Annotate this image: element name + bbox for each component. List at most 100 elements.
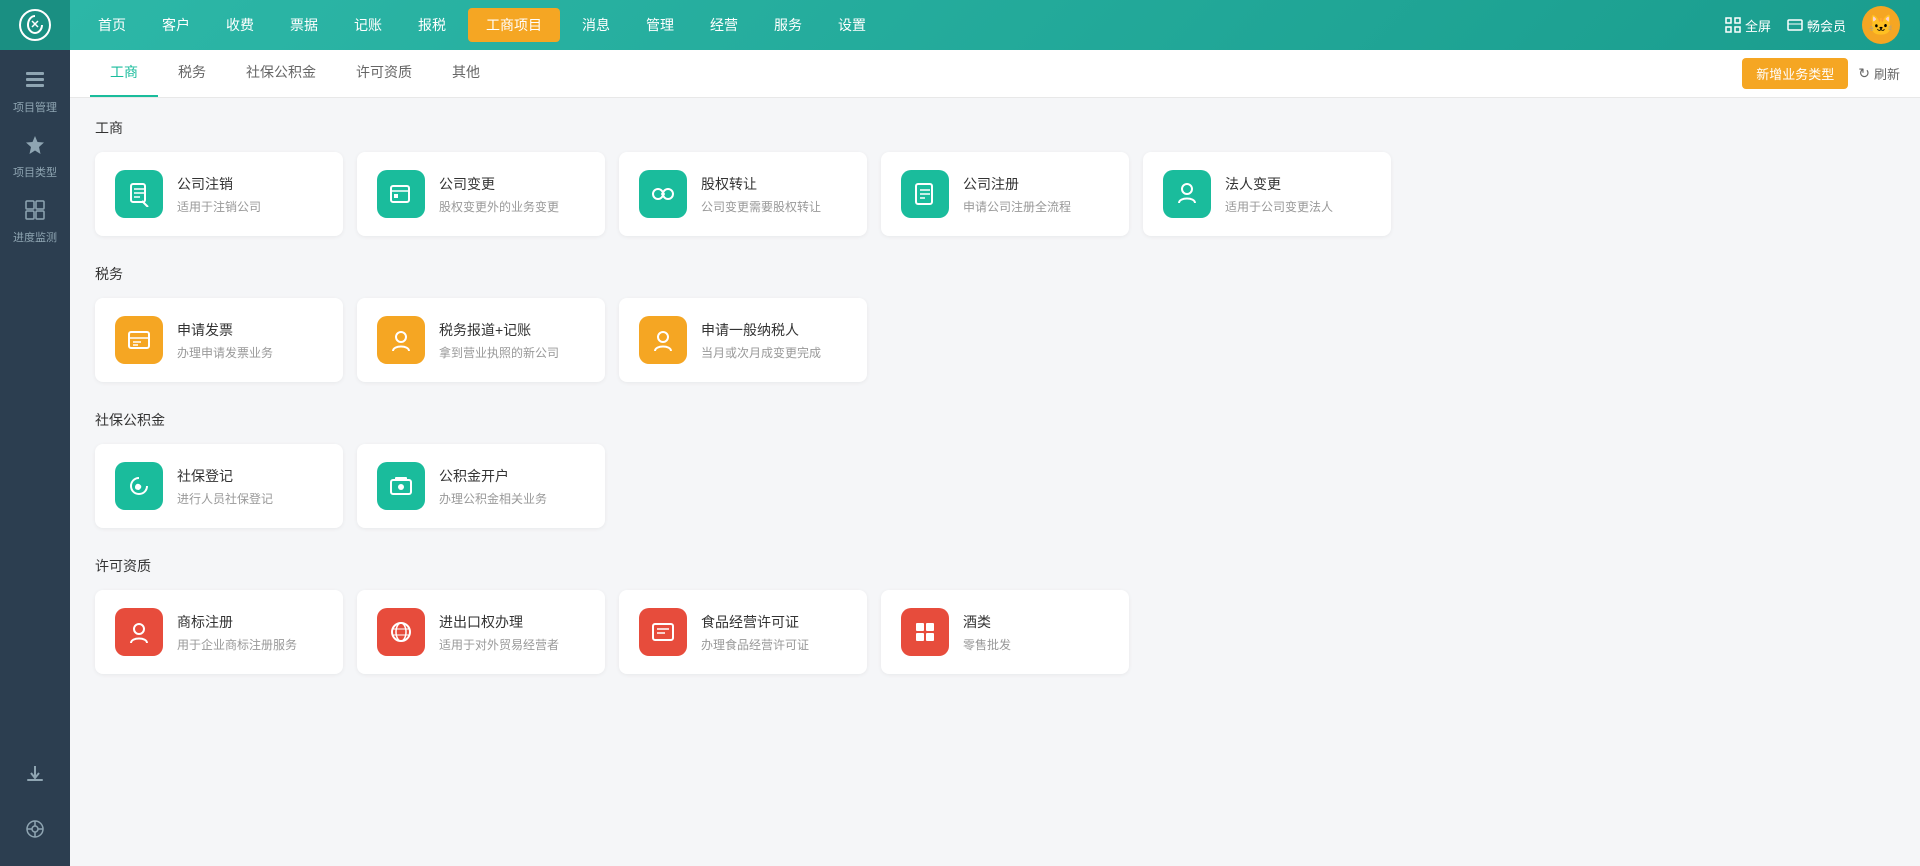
sidebar-item-progress[interactable]: 进度监测	[0, 190, 70, 255]
card-desc-import-export: 适用于对外贸易经营者	[439, 636, 559, 653]
card-desc-company-change: 股权变更外的业务变更	[439, 198, 559, 215]
section-social-insurance: 社保公积金 社保登记 进行人员社保登记	[95, 410, 1895, 528]
cards-grid-tax: 申请发票 办理申请发票业务 税务报道+记账 拿到营业执照的新公司	[95, 298, 1895, 382]
nav-item-message[interactable]: 消息	[564, 0, 628, 50]
card-icon-equity-transfer	[639, 170, 687, 218]
card-icon-import-export	[377, 608, 425, 656]
card-desc-company-register: 申请公司注册全流程	[963, 198, 1071, 215]
card-title-legal-change: 法人变更	[1225, 174, 1333, 194]
tab-tax[interactable]: 税务	[158, 50, 226, 97]
tabs-actions: 新增业务类型 ↻ 刷新	[1742, 58, 1900, 97]
sidebar: 项目管理 项目类型 进度监测	[0, 50, 70, 866]
card-text-fund-open: 公积金开户 办理公积金相关业务	[439, 466, 547, 507]
tab-commerce[interactable]: 工商	[90, 50, 158, 97]
card-tax-accounting[interactable]: 税务报道+记账 拿到营业执照的新公司	[357, 298, 605, 382]
fullscreen-label: 全屏	[1745, 16, 1771, 35]
card-desc-invoice-apply: 办理申请发票业务	[177, 344, 273, 361]
card-text-equity-transfer: 股权转让 公司变更需要股权转让	[701, 174, 821, 215]
refresh-icon: ↻	[1858, 65, 1870, 82]
card-text-food-license: 食品经营许可证 办理食品经营许可证	[701, 612, 809, 653]
card-title-tax-accounting: 税务报道+记账	[439, 320, 559, 340]
card-desc-tax-accounting: 拿到营业执照的新公司	[439, 344, 559, 361]
section-title-tax: 税务	[95, 264, 1895, 284]
card-title-company-cancel: 公司注销	[177, 174, 261, 194]
card-icon-legal-change	[1163, 170, 1211, 218]
card-desc-general-taxpayer: 当月或次月成变更完成	[701, 344, 821, 361]
card-company-register[interactable]: 公司注册 申请公司注册全流程	[881, 152, 1129, 236]
nav-item-home[interactable]: 首页	[80, 0, 144, 50]
card-text-import-export: 进出口权办理 适用于对外贸易经营者	[439, 612, 559, 653]
card-title-food-license: 食品经营许可证	[701, 612, 809, 632]
card-icon-invoice-apply	[115, 316, 163, 364]
tab-other[interactable]: 其他	[432, 50, 500, 97]
nav-item-tax[interactable]: 报税	[400, 0, 464, 50]
card-desc-social-register: 进行人员社保登记	[177, 490, 273, 507]
tab-license[interactable]: 许可资质	[336, 50, 432, 97]
logo-icon	[19, 9, 51, 41]
nav-item-fee[interactable]: 收费	[208, 0, 272, 50]
card-desc-fund-open: 办理公积金相关业务	[439, 490, 547, 507]
mascot-avatar[interactable]: 🐱	[1862, 6, 1900, 44]
nav-item-manage[interactable]: 管理	[628, 0, 692, 50]
card-title-import-export: 进出口权办理	[439, 612, 559, 632]
card-invoice-apply[interactable]: 申请发票 办理申请发票业务	[95, 298, 343, 382]
card-trademark[interactable]: 商标注册 用于企业商标注册服务	[95, 590, 343, 674]
card-text-company-change: 公司变更 股权变更外的业务变更	[439, 174, 559, 215]
card-text-company-cancel: 公司注销 适用于注销公司	[177, 174, 261, 215]
add-business-type-button[interactable]: 新增业务类型	[1742, 58, 1848, 89]
card-icon-social-register	[115, 462, 163, 510]
top-nav-right: 全屏 畅会员 🐱	[1725, 6, 1920, 44]
sidebar-bottom-support[interactable]	[0, 806, 70, 851]
card-text-general-taxpayer: 申请一般纳税人 当月或次月成变更完成	[701, 320, 821, 361]
card-text-social-register: 社保登记 进行人员社保登记	[177, 466, 273, 507]
sidebar-item-project-type[interactable]: 项目类型	[0, 125, 70, 190]
sidebar-bottom-download[interactable]	[0, 751, 70, 796]
section-title-commerce: 工商	[95, 118, 1895, 138]
card-equity-transfer[interactable]: 股权转让 公司变更需要股权转让	[619, 152, 867, 236]
sidebar-item-project-management[interactable]: 项目管理	[0, 60, 70, 125]
fullscreen-button[interactable]: 全屏	[1725, 16, 1771, 35]
nav-item-commerce[interactable]: 工商项目	[468, 8, 560, 42]
card-legal-change[interactable]: 法人变更 适用于公司变更法人	[1143, 152, 1391, 236]
nav-item-operation[interactable]: 经营	[692, 0, 756, 50]
card-food-license[interactable]: 食品经营许可证 办理食品经营许可证	[619, 590, 867, 674]
progress-icon	[24, 199, 46, 227]
card-title-equity-transfer: 股权转让	[701, 174, 821, 194]
card-text-tax-accounting: 税务报道+记账 拿到营业执照的新公司	[439, 320, 559, 361]
tab-social-insurance[interactable]: 社保公积金	[226, 50, 336, 97]
vip-button[interactable]: 畅会员	[1787, 16, 1846, 35]
sidebar-label-progress: 进度监测	[13, 231, 57, 245]
card-text-legal-change: 法人变更 适用于公司变更法人	[1225, 174, 1333, 215]
card-social-register[interactable]: 社保登记 进行人员社保登记	[95, 444, 343, 528]
nav-item-bill[interactable]: 票据	[272, 0, 336, 50]
tabs-bar: 工商 税务 社保公积金 许可资质 其他 新增业务类型 ↻ 刷新	[70, 50, 1920, 98]
nav-menu: 首页 客户 收费 票据 记账 报税 工商项目 消息 管理 经营 服务 设置	[70, 0, 1725, 50]
main-layout: 项目管理 项目类型 进度监测 工商	[0, 50, 1920, 866]
nav-item-service[interactable]: 服务	[756, 0, 820, 50]
card-icon-company-change	[377, 170, 425, 218]
card-company-cancel[interactable]: 公司注销 适用于注销公司	[95, 152, 343, 236]
card-text-trademark: 商标注册 用于企业商标注册服务	[177, 612, 297, 653]
scroll-content[interactable]: 工商 公司注销 适用于注销公司	[70, 98, 1920, 866]
card-title-liquor: 酒类	[963, 612, 1011, 632]
card-title-company-register: 公司注册	[963, 174, 1071, 194]
card-liquor[interactable]: 酒类 零售批发	[881, 590, 1129, 674]
card-title-social-register: 社保登记	[177, 466, 273, 486]
refresh-button[interactable]: ↻ 刷新	[1858, 64, 1900, 83]
card-desc-trademark: 用于企业商标注册服务	[177, 636, 297, 653]
card-desc-company-cancel: 适用于注销公司	[177, 198, 261, 215]
card-general-taxpayer[interactable]: 申请一般纳税人 当月或次月成变更完成	[619, 298, 867, 382]
nav-item-client[interactable]: 客户	[144, 0, 208, 50]
nav-item-settings[interactable]: 设置	[820, 0, 884, 50]
card-icon-tax-accounting	[377, 316, 425, 364]
content-area: 工商 税务 社保公积金 许可资质 其他 新增业务类型 ↻ 刷新 工商	[70, 50, 1920, 866]
card-icon-company-register	[901, 170, 949, 218]
card-icon-general-taxpayer	[639, 316, 687, 364]
logo[interactable]	[0, 0, 70, 50]
card-company-change[interactable]: 公司变更 股权变更外的业务变更	[357, 152, 605, 236]
card-title-general-taxpayer: 申请一般纳税人	[701, 320, 821, 340]
card-import-export[interactable]: 进出口权办理 适用于对外贸易经营者	[357, 590, 605, 674]
project-type-icon	[24, 134, 46, 162]
nav-item-account[interactable]: 记账	[336, 0, 400, 50]
card-fund-open[interactable]: 公积金开户 办理公积金相关业务	[357, 444, 605, 528]
